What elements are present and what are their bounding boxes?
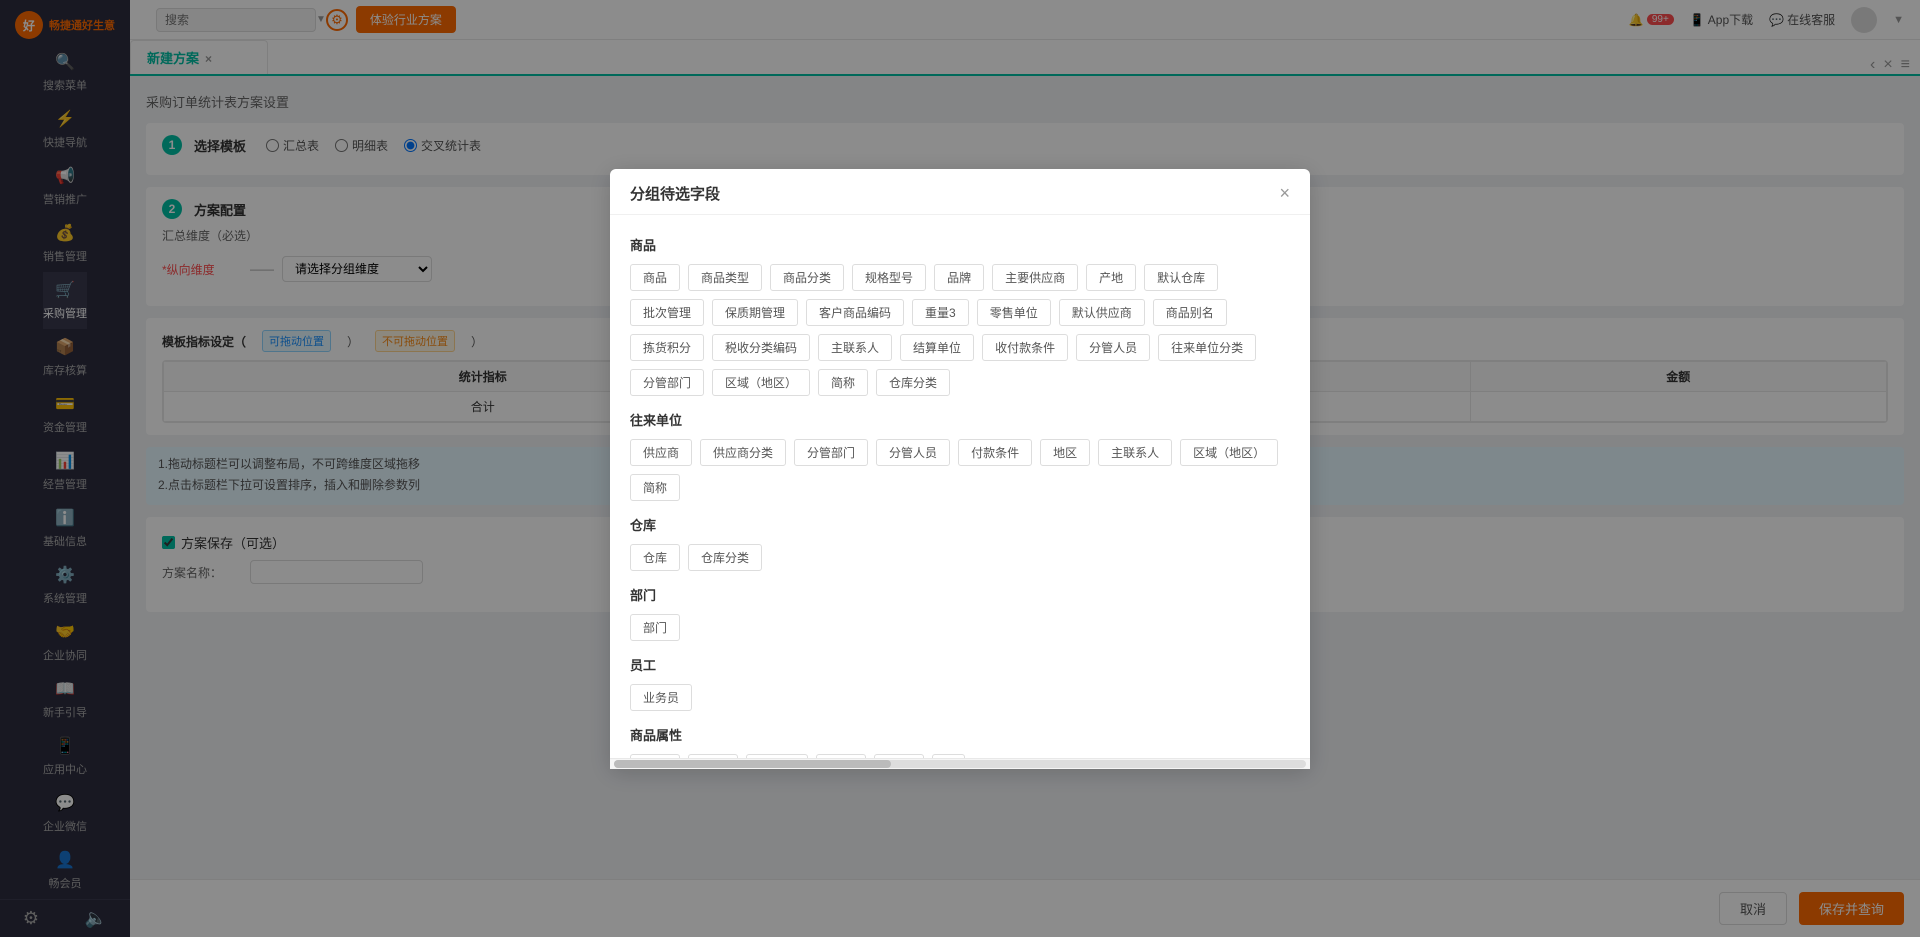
field-tag-0-23[interactable]: 区域（地区）	[712, 369, 810, 396]
modal-section-title-2: 仓库	[630, 515, 1290, 534]
modal-close-button[interactable]: ×	[1279, 184, 1290, 202]
field-tag-1-8[interactable]: 简称	[630, 474, 680, 501]
modal: 分组待选字段 × 商品商品商品类型商品分类规格型号品牌主要供应商产地默认仓库批次…	[610, 169, 1310, 769]
field-tag-0-18[interactable]: 结算单位	[900, 334, 974, 361]
field-tag-0-17[interactable]: 主联系人	[818, 334, 892, 361]
field-tag-0-9[interactable]: 保质期管理	[712, 299, 798, 326]
field-tag-1-2[interactable]: 分管部门	[794, 439, 868, 466]
field-tag-0-21[interactable]: 往来单位分类	[1158, 334, 1256, 361]
field-tag-0-3[interactable]: 规格型号	[852, 264, 926, 291]
field-tag-1-3[interactable]: 分管人员	[876, 439, 950, 466]
modal-section-title-1: 往来单位	[630, 410, 1290, 429]
field-tag-0-2[interactable]: 商品分类	[770, 264, 844, 291]
field-tag-4-0[interactable]: 业务员	[630, 684, 692, 711]
field-tag-0-8[interactable]: 批次管理	[630, 299, 704, 326]
modal-overlay: 分组待选字段 × 商品商品商品类型商品分类规格型号品牌主要供应商产地默认仓库批次…	[0, 0, 1920, 937]
field-tag-0-0[interactable]: 商品	[630, 264, 680, 291]
field-tag-1-1[interactable]: 供应商分类	[700, 439, 786, 466]
field-tag-0-20[interactable]: 分管人员	[1076, 334, 1150, 361]
field-tag-0-10[interactable]: 客户商品编码	[806, 299, 904, 326]
field-tag-0-5[interactable]: 主要供应商	[992, 264, 1078, 291]
field-tag-0-6[interactable]: 产地	[1086, 264, 1136, 291]
modal-section-tags-2: 仓库仓库分类	[630, 544, 1290, 571]
field-tag-0-24[interactable]: 简称	[818, 369, 868, 396]
field-tag-1-0[interactable]: 供应商	[630, 439, 692, 466]
field-tag-2-0[interactable]: 仓库	[630, 544, 680, 571]
modal-section-tags-4: 业务员	[630, 684, 1290, 711]
field-tag-0-1[interactable]: 商品类型	[688, 264, 762, 291]
field-tag-0-15[interactable]: 拣货积分	[630, 334, 704, 361]
modal-section-title-4: 员工	[630, 655, 1290, 674]
modal-section-tags-1: 供应商供应商分类分管部门分管人员付款条件地区主联系人区域（地区） 简称	[630, 439, 1290, 501]
field-tag-0-4[interactable]: 品牌	[934, 264, 984, 291]
modal-title: 分组待选字段	[630, 183, 720, 204]
field-tag-3-0[interactable]: 部门	[630, 614, 680, 641]
modal-section-tags-0: 商品商品类型商品分类规格型号品牌主要供应商产地默认仓库批次管理保质期管理客户商品…	[630, 264, 1290, 396]
field-tag-0-16[interactable]: 税收分类编码	[712, 334, 810, 361]
field-tag-1-6[interactable]: 主联系人	[1098, 439, 1172, 466]
field-tag-1-5[interactable]: 地区	[1040, 439, 1090, 466]
modal-body: 商品商品商品类型商品分类规格型号品牌主要供应商产地默认仓库批次管理保质期管理客户…	[610, 215, 1310, 758]
field-tag-0-7[interactable]: 默认仓库	[1144, 264, 1218, 291]
modal-hscroll[interactable]	[610, 758, 1310, 769]
modal-section-tags-3: 部门	[630, 614, 1290, 641]
field-tag-0-22[interactable]: 分管部门	[630, 369, 704, 396]
field-tag-1-7[interactable]: 区域（地区）	[1180, 439, 1278, 466]
field-tag-0-11[interactable]: 重量3	[912, 299, 969, 326]
field-tag-0-19[interactable]: 收付款条件	[982, 334, 1068, 361]
field-tag-0-12[interactable]: 零售单位	[977, 299, 1051, 326]
modal-header: 分组待选字段 ×	[610, 169, 1310, 215]
modal-section-title-3: 部门	[630, 585, 1290, 604]
modal-section-title-5: 商品属性	[630, 725, 1290, 744]
field-tag-1-4[interactable]: 付款条件	[958, 439, 1032, 466]
field-tag-0-13[interactable]: 默认供应商	[1059, 299, 1145, 326]
field-tag-0-14[interactable]: 商品别名	[1153, 299, 1227, 326]
field-tag-2-1[interactable]: 仓库分类	[688, 544, 762, 571]
modal-section-title-0: 商品	[630, 235, 1290, 254]
field-tag-0-25[interactable]: 仓库分类	[876, 369, 950, 396]
